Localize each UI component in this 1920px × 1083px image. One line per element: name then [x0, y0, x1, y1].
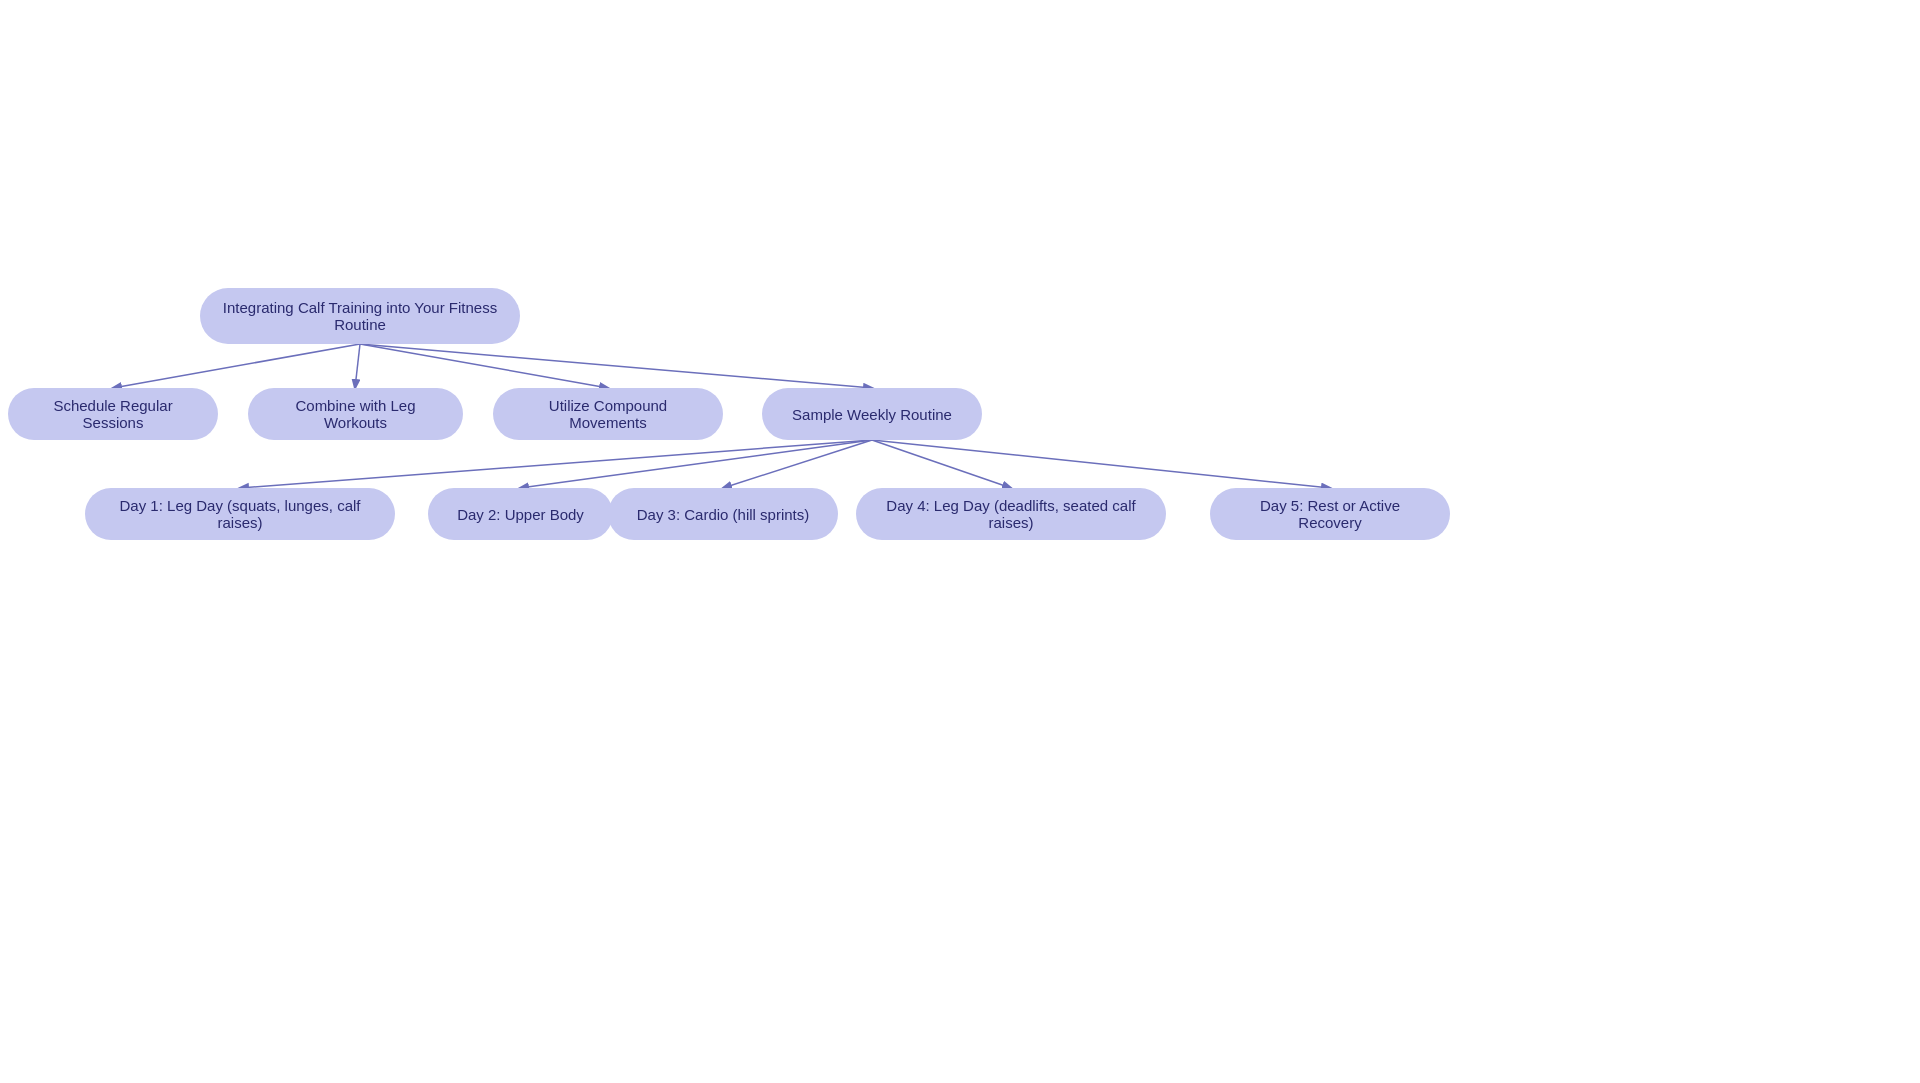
node-root: Integrating Calf Training into Your Fitn…: [200, 288, 520, 344]
svg-line-8: [872, 440, 1330, 488]
svg-line-7: [872, 440, 1011, 488]
node-utilize-label: Utilize Compound Movements: [513, 397, 703, 431]
connections-svg: [0, 0, 1920, 1083]
node-day3: Day 3: Cardio (hill sprints): [608, 488, 838, 540]
node-day2: Day 2: Upper Body: [428, 488, 613, 540]
node-day2-label: Day 2: Upper Body: [457, 506, 584, 523]
node-sample-label: Sample Weekly Routine: [792, 406, 952, 423]
node-combine-label: Combine with Leg Workouts: [268, 397, 443, 431]
node-schedule-label: Schedule Regular Sessions: [28, 397, 198, 431]
node-day4-label: Day 4: Leg Day (deadlifts, seated calf r…: [876, 497, 1146, 531]
svg-line-6: [723, 440, 872, 488]
node-combine: Combine with Leg Workouts: [248, 388, 463, 440]
node-day5-label: Day 5: Rest or Active Recovery: [1230, 497, 1430, 531]
diagram-container: Integrating Calf Training into Your Fitn…: [0, 0, 1920, 1083]
node-day1: Day 1: Leg Day (squats, lunges, calf rai…: [85, 488, 395, 540]
svg-line-3: [360, 344, 872, 388]
svg-line-5: [520, 440, 872, 488]
node-utilize: Utilize Compound Movements: [493, 388, 723, 440]
node-schedule: Schedule Regular Sessions: [8, 388, 218, 440]
svg-line-2: [360, 344, 608, 388]
node-day1-label: Day 1: Leg Day (squats, lunges, calf rai…: [105, 497, 375, 531]
svg-line-0: [113, 344, 360, 388]
node-root-label: Integrating Calf Training into Your Fitn…: [220, 299, 500, 333]
svg-line-4: [240, 440, 872, 488]
node-day3-label: Day 3: Cardio (hill sprints): [637, 506, 810, 523]
node-day4: Day 4: Leg Day (deadlifts, seated calf r…: [856, 488, 1166, 540]
svg-line-1: [355, 344, 360, 388]
node-day5: Day 5: Rest or Active Recovery: [1210, 488, 1450, 540]
node-sample: Sample Weekly Routine: [762, 388, 982, 440]
